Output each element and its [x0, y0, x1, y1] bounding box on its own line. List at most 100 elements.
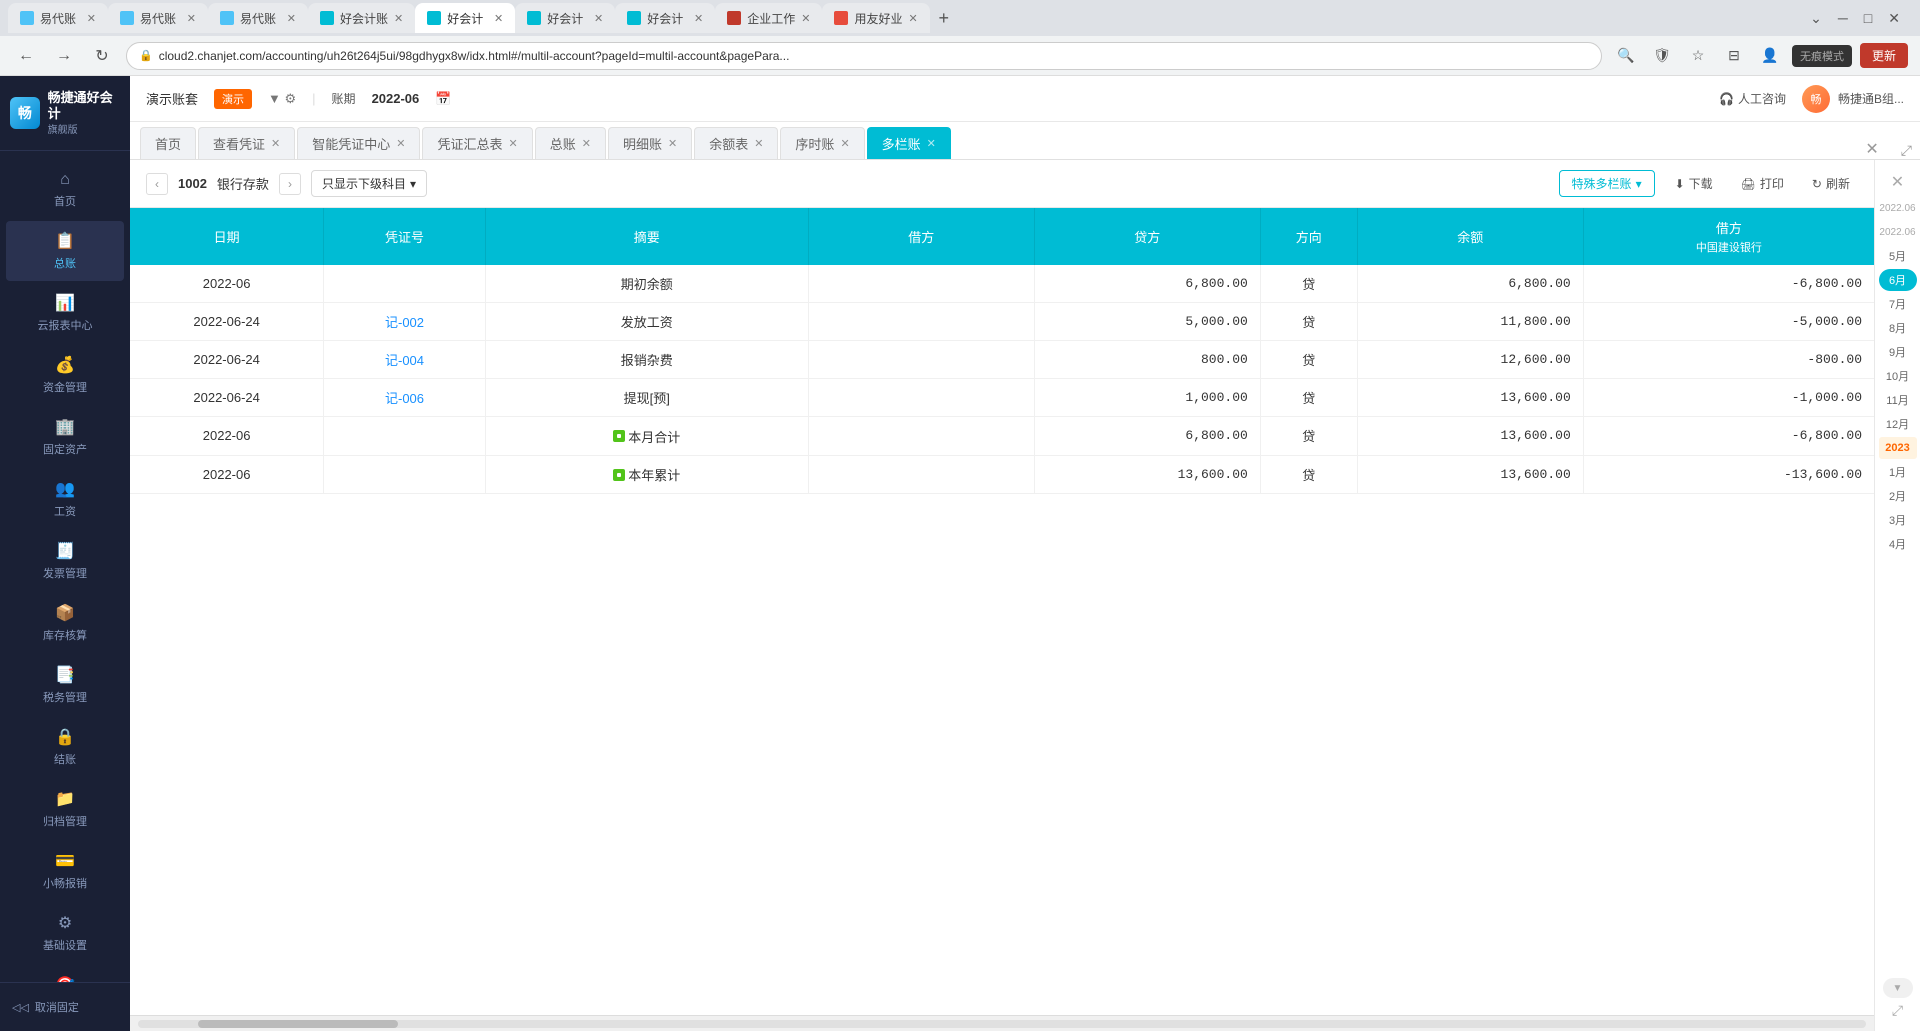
- star-icon[interactable]: ☆: [1684, 42, 1712, 70]
- tab-general-ledger[interactable]: 总账 ✕: [535, 127, 606, 159]
- sidebar-item-inventory[interactable]: 📦 库存核算: [6, 593, 124, 653]
- tab-close-7[interactable]: ✕: [694, 12, 703, 25]
- sidebar-item-assets[interactable]: 🏢 固定资产: [6, 407, 124, 467]
- print-button[interactable]: 🖨 打印: [1733, 171, 1792, 196]
- account-settings-icon[interactable]: ▼ ⚙: [268, 91, 296, 107]
- tab-balance-sheet[interactable]: 余额表 ✕: [694, 127, 778, 159]
- calendar-icon[interactable]: 📅: [435, 91, 451, 107]
- sidebar-item-expense[interactable]: 💳 小畅报销: [6, 841, 124, 901]
- filter-dropdown[interactable]: 只显示下级科目 ▾: [311, 170, 427, 197]
- sidebar-item-settings[interactable]: ⚙ 基础设置: [6, 903, 124, 963]
- tab-close-5[interactable]: ✕: [494, 12, 503, 25]
- zoom-icon[interactable]: 🔍: [1612, 42, 1640, 70]
- next-account-button[interactable]: ›: [279, 173, 301, 195]
- close-tab-balance-sheet[interactable]: ✕: [754, 137, 763, 150]
- tab-multi-column[interactable]: 多栏账 ✕: [867, 127, 951, 159]
- tab-close-3[interactable]: ✕: [287, 12, 296, 25]
- close-tab-smart-voucher[interactable]: ✕: [396, 137, 405, 150]
- month-list-item[interactable]: 11月: [1879, 389, 1917, 411]
- sidebar-item-guide[interactable]: 🎯 新手引导: [6, 965, 124, 982]
- back-button[interactable]: ←: [12, 42, 40, 70]
- browser-tab-8[interactable]: 企业工作 ✕: [715, 3, 822, 33]
- sidebar-item-funds[interactable]: 💰 资金管理: [6, 345, 124, 405]
- maximize-button[interactable]: □: [1864, 10, 1872, 26]
- new-tab-button[interactable]: +: [930, 4, 958, 32]
- profile-icon[interactable]: 👤: [1756, 42, 1784, 70]
- browser-tab-7[interactable]: 好会计 ✕: [615, 3, 715, 33]
- sidebar-item-reports[interactable]: 📊 云报表中心: [6, 283, 124, 343]
- close-tab-view-voucher[interactable]: ✕: [271, 137, 280, 150]
- tab-close-1[interactable]: ✕: [87, 12, 96, 25]
- month-list-item[interactable]: 9月: [1879, 341, 1917, 363]
- month-list-item[interactable]: 1月: [1879, 461, 1917, 483]
- month-list-item[interactable]: 3月: [1879, 509, 1917, 531]
- cell-voucher[interactable]: 记-004: [324, 341, 485, 379]
- sidebar-item-close[interactable]: 🔒 结账: [6, 717, 124, 777]
- sidebar-item-archive[interactable]: 📁 归档管理: [6, 779, 124, 839]
- browser-tab-5[interactable]: 好会计 ✕: [415, 3, 515, 33]
- address-bar[interactable]: 🔒 cloud2.chanjet.com/accounting/uh26t264…: [126, 42, 1602, 70]
- sidebar-item-tax[interactable]: 📑 税务管理: [6, 655, 124, 715]
- update-button[interactable]: 更新: [1860, 43, 1908, 68]
- shield-icon[interactable]: 🛡: [1648, 42, 1676, 70]
- close-tab-multi-column[interactable]: ✕: [927, 137, 936, 150]
- month-list-item[interactable]: 5月: [1879, 245, 1917, 267]
- browser-tab-6[interactable]: 好会计 ✕: [515, 3, 615, 33]
- sidebar-item-payroll[interactable]: 👥 工资: [6, 469, 124, 529]
- sidebar-item-invoice[interactable]: 🧾 发票管理: [6, 531, 124, 591]
- scrollbar-track[interactable]: [138, 1020, 1866, 1028]
- tab-home[interactable]: 首页: [140, 127, 196, 159]
- split-view-icon[interactable]: ⊟: [1720, 42, 1748, 70]
- tab-journal[interactable]: 序时账 ✕: [780, 127, 864, 159]
- tab-detail-ledger[interactable]: 明细账 ✕: [608, 127, 692, 159]
- cell-voucher[interactable]: 记-006: [324, 379, 485, 417]
- tab-close-8[interactable]: ✕: [801, 12, 810, 25]
- scroll-down-button[interactable]: ▼: [1883, 978, 1913, 998]
- tab-close-6[interactable]: ✕: [594, 12, 603, 25]
- horizontal-scrollbar[interactable]: [130, 1015, 1874, 1031]
- close-tab-general-ledger[interactable]: ✕: [582, 137, 591, 150]
- tab-smart-voucher[interactable]: 智能凭证中心 ✕: [297, 127, 420, 159]
- browser-tab-9[interactable]: 用友好业 ✕: [822, 3, 929, 33]
- close-tab-detail-ledger[interactable]: ✕: [668, 137, 677, 150]
- voucher-link[interactable]: 记-004: [385, 353, 424, 368]
- refresh-button[interactable]: ↻: [88, 42, 116, 70]
- tab-list-dropdown[interactable]: ⌄: [1810, 10, 1822, 27]
- demo-badge[interactable]: 演示: [214, 89, 252, 109]
- browser-tab-3[interactable]: 易代账 ✕: [208, 3, 308, 33]
- refresh-data-button[interactable]: ↻ 刷新: [1804, 171, 1858, 196]
- voucher-link[interactable]: 记-006: [385, 391, 424, 406]
- browser-tab-4[interactable]: 好会计账 ✕: [308, 3, 415, 33]
- unpin-button[interactable]: ◁◁ 取消固定: [6, 993, 124, 1021]
- month-list-item[interactable]: 6月: [1879, 269, 1917, 291]
- month-list-item[interactable]: 10月: [1879, 365, 1917, 387]
- collapse-tabs-button[interactable]: ✕: [1853, 139, 1890, 159]
- tab-close-9[interactable]: ✕: [908, 12, 917, 25]
- tab-view-voucher[interactable]: 查看凭证 ✕: [198, 127, 295, 159]
- expand-tabs-button[interactable]: ⤢: [1893, 142, 1920, 159]
- month-list-item[interactable]: 7月: [1879, 293, 1917, 315]
- close-window-button[interactable]: ✕: [1888, 10, 1900, 27]
- voucher-link[interactable]: 记-002: [385, 315, 424, 330]
- scrollbar-thumb[interactable]: [198, 1020, 398, 1028]
- consult-button[interactable]: 🎧 人工咨询: [1719, 90, 1786, 107]
- close-tab-journal[interactable]: ✕: [840, 137, 849, 150]
- tab-voucher-summary[interactable]: 凭证汇总表 ✕: [422, 127, 532, 159]
- browser-tab-2[interactable]: 易代账 ✕: [108, 3, 208, 33]
- tab-close-4[interactable]: ✕: [394, 12, 403, 25]
- prev-account-button[interactable]: ‹: [146, 173, 168, 195]
- forward-button[interactable]: →: [50, 42, 78, 70]
- month-list-item[interactable]: 2023: [1879, 437, 1917, 459]
- tab-close-2[interactable]: ✕: [187, 12, 196, 25]
- minimize-button[interactable]: ─: [1838, 10, 1848, 26]
- month-list-item[interactable]: 8月: [1879, 317, 1917, 339]
- close-panel-button[interactable]: ✕: [1887, 168, 1908, 196]
- sidebar-item-ledger[interactable]: 📋 总账: [6, 221, 124, 281]
- month-list-item[interactable]: 4月: [1879, 533, 1917, 555]
- cell-voucher[interactable]: 记-002: [324, 303, 485, 341]
- download-button[interactable]: ⬇ 下载: [1667, 171, 1721, 196]
- no-trace-button[interactable]: 无痕模式: [1792, 45, 1852, 67]
- close-tab-voucher-summary[interactable]: ✕: [509, 137, 518, 150]
- browser-tab-1[interactable]: 易代账 ✕: [8, 3, 108, 33]
- expand-panel-button[interactable]: ⤢: [1888, 998, 1907, 1023]
